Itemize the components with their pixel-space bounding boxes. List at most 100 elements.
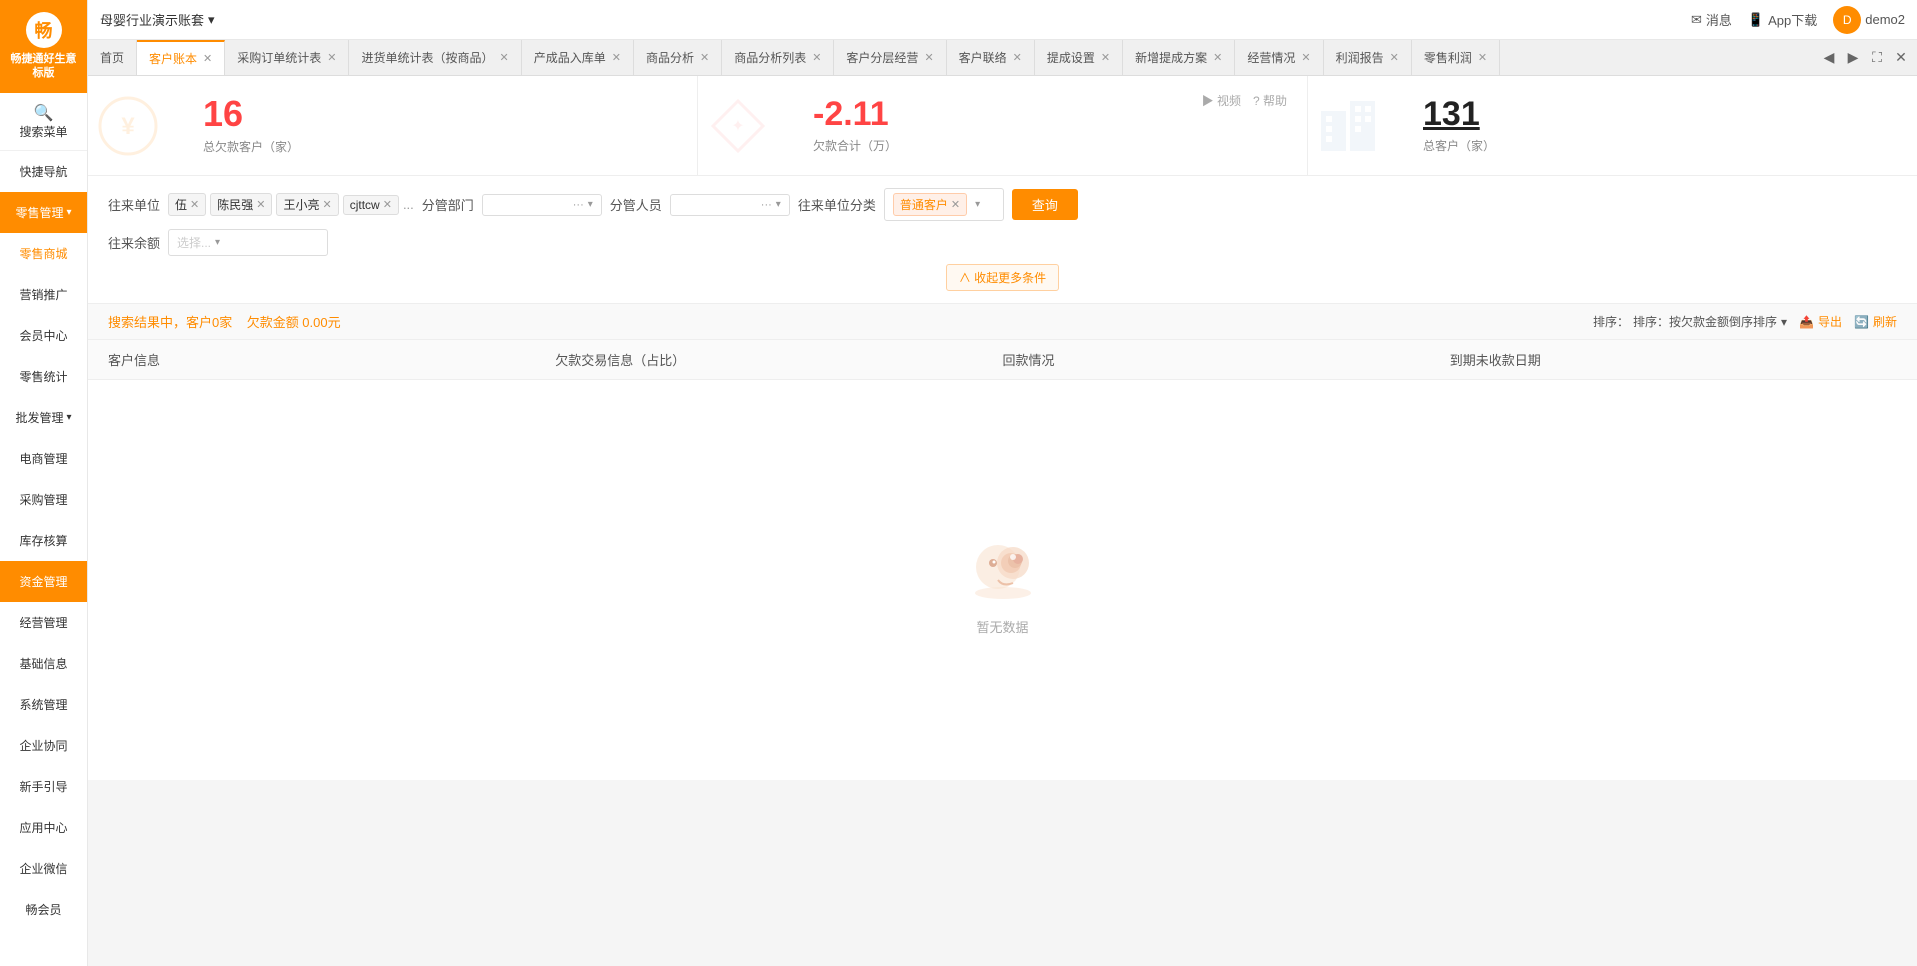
person-select[interactable]: ··· ▾ (670, 194, 790, 216)
dept-select[interactable]: ··· ▾ (482, 194, 602, 216)
tab-scroll-left-btn[interactable]: ◀ (1819, 48, 1839, 68)
sidebar-wholesale-arrow: ▾ (66, 412, 71, 423)
sidebar-item-guide[interactable]: 新手引导 (0, 766, 87, 807)
sidebar-item-vip[interactable]: 畅会员 (0, 889, 87, 930)
sidebar-item-inventory[interactable]: 库存核算 (0, 520, 87, 561)
tab-commission-settings[interactable]: 提成设置 ✕ (1035, 40, 1123, 75)
sidebar-item-ecommerce[interactable]: 电商管理 (0, 438, 87, 479)
tab-expand-btn[interactable]: ⛶ (1867, 48, 1887, 68)
sort-label: 排序：按欠款金额倒序排序 (1633, 313, 1777, 330)
refresh-icon: 🔄 (1854, 315, 1869, 329)
tab-close-all-btn[interactable]: ✕ (1891, 48, 1911, 68)
sidebar-item-app-center[interactable]: 应用中心 (0, 807, 87, 848)
sidebar-item-retail-shop[interactable]: 零售商城 (0, 233, 87, 274)
tab-product-analysis-list-close[interactable]: ✕ (812, 51, 821, 64)
filter-more-btn[interactable]: ... (403, 197, 414, 212)
tab-commission-settings-close[interactable]: ✕ (1101, 51, 1110, 64)
sidebar-item-finance[interactable]: 资金管理 (0, 561, 87, 602)
balance-select[interactable]: 选择... ▾ (168, 229, 328, 256)
filter-tag-wang-remove[interactable]: ✕ (323, 198, 332, 211)
sidebar-item-member[interactable]: 会员中心 (0, 315, 87, 356)
table-header-customer: 客户信息 (108, 350, 555, 369)
unit-type-select[interactable]: 普通客户 ✕ ▾ (884, 188, 1004, 221)
sidebar-item-system[interactable]: 系统管理 (0, 684, 87, 725)
tab-commission-settings-label: 提成设置 (1047, 49, 1095, 66)
tab-product-inbound-close[interactable]: ✕ (612, 51, 621, 64)
tab-purchase-order-stats[interactable]: 采购订单统计表 ✕ (225, 40, 349, 75)
tab-customer-tier[interactable]: 客户分层经营 ✕ (834, 40, 946, 75)
sidebar-base-info-label: 基础信息 (19, 655, 67, 672)
filter-tag-chen-remove[interactable]: ✕ (256, 198, 265, 211)
sidebar-item-purchase[interactable]: 采购管理 (0, 479, 87, 520)
video-link[interactable]: ▶ 视频 (1202, 92, 1241, 109)
tab-customer-book[interactable]: 客户账本 ✕ (137, 40, 225, 75)
tab-retail-profit-close[interactable]: ✕ (1478, 51, 1487, 64)
sidebar-item-search[interactable]: 🔍 搜索菜单 (0, 93, 87, 151)
sidebar-item-retail[interactable]: 零售管理 ▾ (0, 192, 87, 233)
tab-new-commission-close[interactable]: ✕ (1213, 51, 1222, 64)
sort-selector[interactable]: 排序： 排序：按欠款金额倒序排序 ▾ (1593, 313, 1787, 330)
topbar: 母婴行业演示账套 ▾ ✉ 消息 📱 App下载 D demo2 (88, 0, 1917, 40)
tab-product-analysis[interactable]: 商品分析 ✕ (634, 40, 722, 75)
filter-tag-wu-remove[interactable]: ✕ (190, 198, 199, 211)
tab-inbound-stats[interactable]: 进货单统计表（按商品） ✕ (349, 40, 521, 75)
collapse-filter-btn[interactable]: ∧ 收起更多条件 (946, 264, 1059, 291)
filter-tag-wu: 伍 ✕ (168, 193, 206, 216)
sidebar-item-enterprise[interactable]: 企业协同 (0, 725, 87, 766)
sidebar-wholesale-label: 批发管理 (15, 409, 63, 426)
tab-customer-tier-label: 客户分层经营 (846, 49, 918, 66)
sidebar-retail-arrow: ▾ (66, 207, 71, 218)
tab-retail-profit[interactable]: 零售利润 ✕ (1412, 40, 1500, 75)
company-selector[interactable]: 母婴行业演示账套 ▾ (100, 10, 215, 29)
sidebar-item-fast-nav[interactable]: 快捷导航 (0, 151, 87, 192)
tab-profit-report[interactable]: 利润报告 ✕ (1324, 40, 1412, 75)
tab-customer-tier-close[interactable]: ✕ (924, 51, 933, 64)
tab-product-analysis-label: 商品分析 (646, 49, 694, 66)
tab-new-commission[interactable]: 新增提成方案 ✕ (1123, 40, 1235, 75)
unit-type-tag-remove[interactable]: ✕ (951, 198, 960, 211)
help-link[interactable]: ? 帮助 (1253, 92, 1287, 109)
sidebar-item-base-info[interactable]: 基础信息 (0, 643, 87, 684)
tabbar: 首页 客户账本 ✕ 采购订单统计表 ✕ 进货单统计表（按商品） ✕ 产成品入库单… (88, 40, 1917, 76)
tab-product-inbound[interactable]: 产成品入库单 ✕ (522, 40, 634, 75)
tab-customer-book-label: 客户账本 (149, 50, 197, 67)
tab-customer-contact-close[interactable]: ✕ (1013, 51, 1022, 64)
tab-customer-book-close[interactable]: ✕ (203, 52, 212, 65)
tab-purchase-order-stats-close[interactable]: ✕ (327, 51, 336, 64)
sidebar-vip-label: 畅会员 (25, 901, 61, 918)
sidebar-item-retail-stats[interactable]: 零售统计 (0, 356, 87, 397)
filter-tag-cjttcw-remove[interactable]: ✕ (383, 198, 392, 211)
main-area: 母婴行业演示账套 ▾ ✉ 消息 📱 App下载 D demo2 首页 客户账本 (88, 0, 1917, 966)
sidebar-item-wholesale[interactable]: 批发管理 ▾ (0, 397, 87, 438)
tab-product-analysis-list[interactable]: 商品分析列表 ✕ (722, 40, 834, 75)
tab-product-inbound-label: 产成品入库单 (534, 49, 606, 66)
export-btn[interactable]: 📤 导出 (1799, 313, 1842, 330)
app-download-btn[interactable]: 📱 App下载 (1748, 10, 1817, 29)
stat-total-clients-label: 总客户（家） (1423, 137, 1495, 154)
query-button[interactable]: 查询 (1012, 189, 1078, 220)
yuan-icon: ¥ (98, 96, 158, 156)
export-icon: 📤 (1799, 315, 1814, 329)
tab-business-status[interactable]: 经营情况 ✕ (1235, 40, 1323, 75)
user-profile-btn[interactable]: D demo2 (1833, 6, 1905, 34)
topbar-left: 母婴行业演示账套 ▾ (100, 10, 215, 29)
sidebar-item-wechat[interactable]: 企业微信 (0, 848, 87, 889)
sidebar-wechat-label: 企业微信 (19, 860, 67, 877)
tab-customer-contact[interactable]: 客户联络 ✕ (947, 40, 1035, 75)
sidebar-item-marketing[interactable]: 营销推广 (0, 274, 87, 315)
tab-home[interactable]: 首页 (88, 40, 137, 75)
sidebar-ecommerce-label: 电商管理 (19, 450, 67, 467)
sidebar-item-operations[interactable]: 经营管理 (0, 602, 87, 643)
tab-scroll-right-btn[interactable]: ▶ (1843, 48, 1863, 68)
diamond-icon: ✦ (708, 96, 768, 156)
message-btn[interactable]: ✉ 消息 (1691, 10, 1732, 29)
sidebar-logo-text1: 畅捷通好生意 (11, 52, 77, 66)
refresh-btn[interactable]: 🔄 刷新 (1854, 313, 1897, 330)
tab-business-status-close[interactable]: ✕ (1301, 51, 1310, 64)
tab-product-analysis-close[interactable]: ✕ (700, 51, 709, 64)
person-dropdown-arrow: ▾ (776, 199, 781, 210)
tab-product-analysis-list-label: 商品分析列表 (734, 49, 806, 66)
tab-profit-report-close[interactable]: ✕ (1390, 51, 1399, 64)
results-actions: 排序： 排序：按欠款金额倒序排序 ▾ 📤 导出 🔄 刷新 (1593, 313, 1897, 330)
tab-inbound-stats-close[interactable]: ✕ (500, 51, 509, 64)
